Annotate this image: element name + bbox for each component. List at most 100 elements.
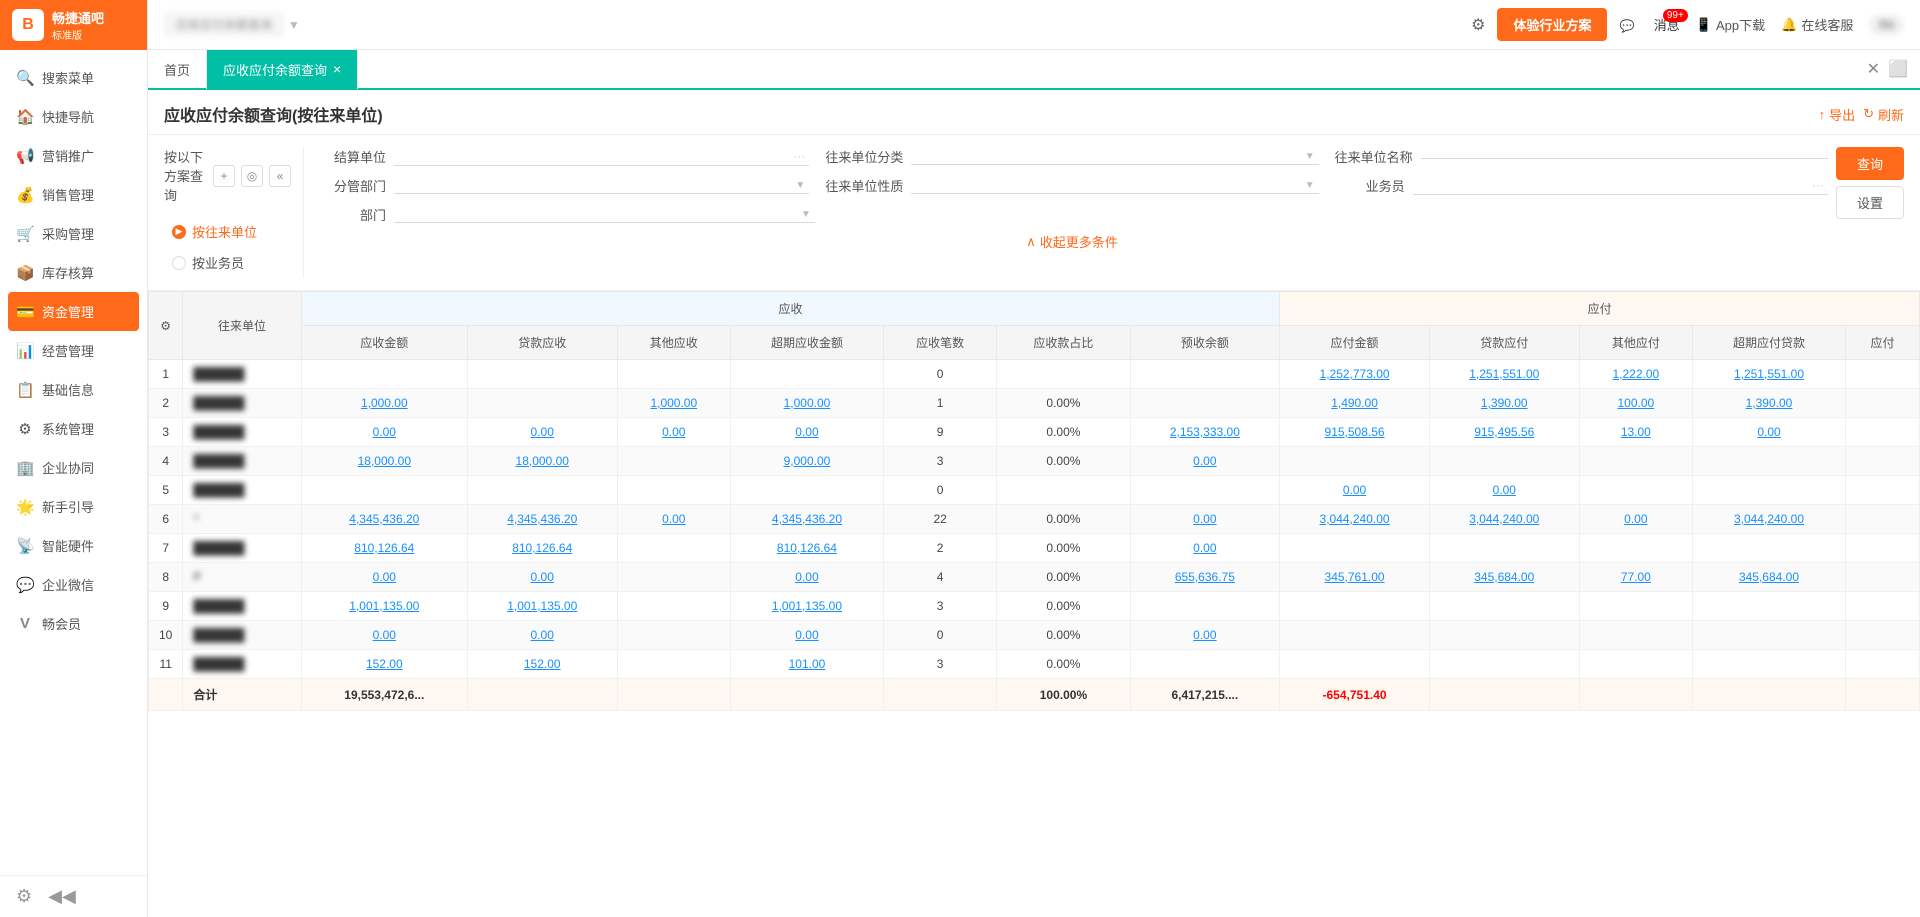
row-overdue-ap[interactable]: 1,390.00 xyxy=(1693,389,1846,418)
row-loan-ar[interactable]: 0.00 xyxy=(467,563,617,592)
row-loan-ap[interactable]: 1,390.00 xyxy=(1429,389,1579,418)
row-overdue-ar[interactable]: 101.00 xyxy=(731,650,884,679)
row-advance[interactable]: 2,153,333.00 xyxy=(1130,418,1280,447)
row-ar-amount[interactable]: 0.00 xyxy=(301,621,467,650)
sidebar-item-system[interactable]: ⚙ 系统管理 xyxy=(0,409,147,448)
row-overdue-ar[interactable]: 1,001,135.00 xyxy=(731,592,884,621)
row-loan-ar[interactable]: 810,126.64 xyxy=(467,534,617,563)
sidebar-item-inventory[interactable]: 📦 库存核算 xyxy=(0,253,147,292)
collapse-scheme-icon[interactable]: « xyxy=(269,165,291,187)
sidebar-item-guide[interactable]: 🌟 新手引导 xyxy=(0,487,147,526)
row-advance[interactable]: 0.00 xyxy=(1130,447,1280,476)
sidebar-item-wechat[interactable]: 💬 企业微信 xyxy=(0,565,147,604)
row-ar-amount[interactable]: 1,000.00 xyxy=(301,389,467,418)
row-overdue-ar[interactable]: 1,000.00 xyxy=(731,389,884,418)
row-other-ar[interactable]: 0.00 xyxy=(617,418,730,447)
query-button[interactable]: 查询 xyxy=(1836,147,1904,180)
sidebar-item-corp[interactable]: 🏢 企业协同 xyxy=(0,448,147,487)
row-ar-amount[interactable]: 1,001,135.00 xyxy=(301,592,467,621)
sidebar-item-hardware[interactable]: 📡 智能硬件 xyxy=(0,526,147,565)
row-ar-amount[interactable]: 810,126.64 xyxy=(301,534,467,563)
sidebar-item-sales[interactable]: 💰 销售管理 xyxy=(0,175,147,214)
sidebar-item-finance[interactable]: 💳 资金管理 xyxy=(8,292,139,331)
filter-input-dept[interactable]: ▼ xyxy=(394,207,815,223)
add-scheme-icon[interactable]: + xyxy=(213,165,235,187)
row-other-ap[interactable]: 13.00 xyxy=(1579,418,1692,447)
filter-input-dept-manage[interactable]: ▼ xyxy=(394,178,809,194)
tab-close-icon[interactable]: × xyxy=(333,61,341,77)
row-other-ap[interactable]: 100.00 xyxy=(1579,389,1692,418)
sidebar-item-operation[interactable]: 📊 经营管理 xyxy=(0,331,147,370)
row-loan-ap[interactable]: 345,684.00 xyxy=(1429,563,1579,592)
row-ar-amount[interactable]: 0.00 xyxy=(301,418,467,447)
export-button[interactable]: ↑ 导出 xyxy=(1819,105,1856,124)
tab-ar-query[interactable]: 应收应付余额查询 × xyxy=(207,49,358,89)
row-ar-amount[interactable]: 4,345,436.20 xyxy=(301,505,467,534)
tab-home[interactable]: 首页 xyxy=(148,49,207,89)
row-other-ap[interactable]: 1,222.00 xyxy=(1579,360,1692,389)
row-advance[interactable]: 0.00 xyxy=(1130,534,1280,563)
footer-advance[interactable]: 6,417,215.... xyxy=(1130,679,1280,711)
row-ap-amount[interactable]: 345,761.00 xyxy=(1280,563,1430,592)
row-overdue-ar[interactable]: 0.00 xyxy=(731,621,884,650)
row-ar-amount[interactable]: 152.00 xyxy=(301,650,467,679)
filter-input-unit-category[interactable]: ▼ xyxy=(911,149,1318,165)
row-ar-amount[interactable]: 18,000.00 xyxy=(301,447,467,476)
row-loan-ap[interactable]: 1,251,551.00 xyxy=(1429,360,1579,389)
row-overdue-ap[interactable]: 345,684.00 xyxy=(1693,563,1846,592)
row-advance[interactable]: 0.00 xyxy=(1130,505,1280,534)
row-other-ap[interactable]: 77.00 xyxy=(1579,563,1692,592)
sidebar-item-member[interactable]: V 畅会员 xyxy=(0,604,147,643)
row-loan-ar[interactable]: 152.00 xyxy=(467,650,617,679)
query-option-by-unit[interactable]: ▶ 按往来单位 xyxy=(164,216,291,247)
tab-maximize-icon[interactable]: ⬜ xyxy=(1888,59,1908,79)
row-loan-ar[interactable]: 18,000.00 xyxy=(467,447,617,476)
sidebar-item-quick-nav[interactable]: 🏠 快捷导航 xyxy=(0,97,147,136)
sidebar-collapse-icon[interactable]: ◀◀ xyxy=(48,886,76,907)
sidebar-item-search[interactable]: 🔍 搜索菜单 xyxy=(0,58,147,97)
footer-ar-amount[interactable]: 19,553,472,6... xyxy=(301,679,467,711)
topbar-gear-icon[interactable]: ⚙ xyxy=(1471,15,1485,35)
row-loan-ap[interactable]: 0.00 xyxy=(1429,476,1579,505)
sidebar-item-purchase[interactable]: 🛒 采购管理 xyxy=(0,214,147,253)
row-advance[interactable]: 0.00 xyxy=(1130,621,1280,650)
online-service-button[interactable]: 🔔 在线客服 xyxy=(1781,15,1853,34)
row-ap-amount[interactable]: 915,508.56 xyxy=(1280,418,1430,447)
setting-button[interactable]: 设置 xyxy=(1836,186,1904,219)
settings-scheme-icon[interactable]: ◎ xyxy=(241,165,263,187)
row-ap-amount[interactable]: 3,044,240.00 xyxy=(1280,505,1430,534)
user-menu[interactable]: Rit xyxy=(1869,15,1904,35)
sidebar-item-marketing[interactable]: 📢 营销推广 xyxy=(0,136,147,175)
row-overdue-ar[interactable]: 0.00 xyxy=(731,563,884,592)
row-loan-ar[interactable]: 0.00 xyxy=(467,621,617,650)
promo-button[interactable]: 体验行业方案 xyxy=(1497,8,1607,41)
row-other-ar[interactable]: 1,000.00 xyxy=(617,389,730,418)
row-advance[interactable]: 655,636.75 xyxy=(1130,563,1280,592)
row-overdue-ar[interactable]: 810,126.64 xyxy=(731,534,884,563)
row-ap-amount[interactable]: 0.00 xyxy=(1280,476,1430,505)
query-option-by-staff[interactable]: 按业务员 xyxy=(164,247,291,278)
row-ap-amount[interactable]: 1,252,773.00 xyxy=(1280,360,1430,389)
row-loan-ar[interactable]: 1,001,135.00 xyxy=(467,592,617,621)
row-loan-ap[interactable]: 915,495.56 xyxy=(1429,418,1579,447)
row-other-ap[interactable]: 0.00 xyxy=(1579,505,1692,534)
row-overdue-ap[interactable]: 3,044,240.00 xyxy=(1693,505,1846,534)
row-loan-ar[interactable]: 4,345,436.20 xyxy=(467,505,617,534)
refresh-button[interactable]: ↻ 刷新 xyxy=(1863,105,1904,124)
filter-input-settlement[interactable]: ··· xyxy=(394,147,809,166)
row-loan-ap[interactable]: 3,044,240.00 xyxy=(1429,505,1579,534)
row-ar-amount[interactable]: 0.00 xyxy=(301,563,467,592)
row-loan-ar[interactable]: 0.00 xyxy=(467,418,617,447)
row-ap-amount[interactable]: 1,490.00 xyxy=(1280,389,1430,418)
message-button[interactable]: 💬 99+ 消息 xyxy=(1619,15,1679,34)
sidebar-item-base[interactable]: 📋 基础信息 xyxy=(0,370,147,409)
tab-close-button[interactable]: ✕ xyxy=(1867,59,1880,79)
row-overdue-ar[interactable]: 0.00 xyxy=(731,418,884,447)
row-overdue-ar[interactable]: 4,345,436.20 xyxy=(731,505,884,534)
filter-input-salesman[interactable]: ··· xyxy=(1413,176,1828,195)
table-header-settings[interactable]: ⚙ xyxy=(149,292,183,360)
app-download-button[interactable]: 📱 App下载 xyxy=(1696,15,1765,34)
filter-input-unit-nature[interactable]: ▼ xyxy=(911,178,1318,194)
row-overdue-ap[interactable]: 0.00 xyxy=(1693,418,1846,447)
filter-input-unit-name[interactable] xyxy=(1421,154,1828,159)
